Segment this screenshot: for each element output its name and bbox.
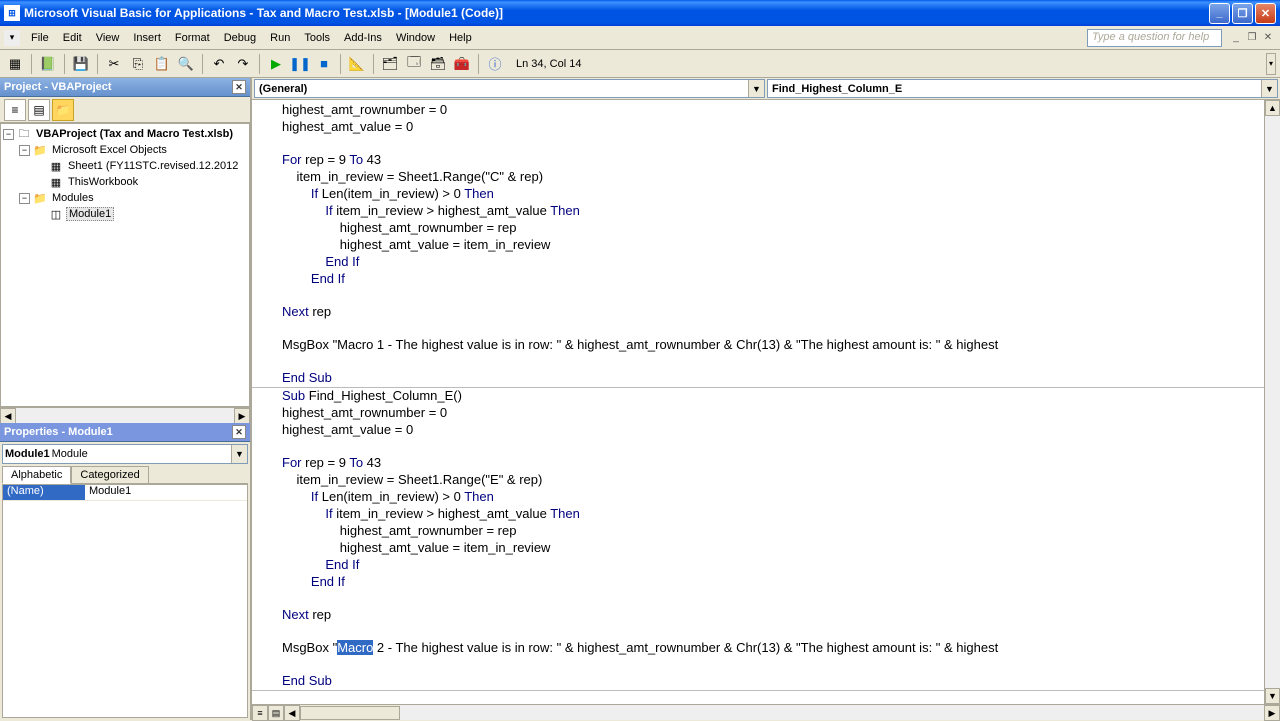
collapse-icon[interactable]: − bbox=[19, 145, 30, 156]
menu-debug[interactable]: Debug bbox=[217, 30, 263, 46]
collapse-icon[interactable]: − bbox=[19, 193, 30, 204]
object-combo-value: (General) bbox=[259, 83, 307, 95]
chevron-down-icon[interactable]: ▼ bbox=[748, 80, 764, 97]
scroll-left-icon[interactable]: ◀ bbox=[0, 408, 16, 424]
module-icon: ◫ bbox=[48, 207, 64, 221]
folder-icon: 📁 bbox=[32, 143, 48, 157]
properties-object-name: Module1 bbox=[3, 448, 52, 460]
chevron-down-icon[interactable]: ▼ bbox=[1261, 80, 1277, 97]
scroll-down-icon[interactable]: ▼ bbox=[1265, 688, 1280, 704]
scroll-left-icon[interactable]: ◀ bbox=[284, 705, 300, 721]
toolbar: ▦ 📗 💾 ✂ ⎘ 📋 🔍 ↶ ↷ ▶ ❚❚ ■ 📐 🗂 🗔 🗃 🧰 ⓘ Ln … bbox=[0, 50, 1280, 78]
object-browser-icon[interactable]: 🗃 bbox=[427, 53, 449, 75]
selected-text: Macro bbox=[337, 640, 373, 655]
scroll-thumb[interactable] bbox=[300, 706, 400, 720]
help-icon[interactable]: ⓘ bbox=[484, 53, 506, 75]
break-icon[interactable]: ❚❚ bbox=[289, 53, 311, 75]
titlebar[interactable]: ⊞ Microsoft Visual Basic for Application… bbox=[0, 0, 1280, 26]
run-icon[interactable]: ▶ bbox=[265, 53, 287, 75]
code-hscroll[interactable]: ≡ ▤ ◀ ▶ bbox=[252, 704, 1280, 720]
menu-format[interactable]: Format bbox=[168, 30, 217, 46]
menu-addins[interactable]: Add-Ins bbox=[337, 30, 389, 46]
prop-name-key: (Name) bbox=[3, 485, 85, 500]
scroll-right-icon[interactable]: ▶ bbox=[1264, 705, 1280, 721]
insert-module-icon[interactable]: 📗 bbox=[37, 53, 59, 75]
scroll-up-icon[interactable]: ▲ bbox=[1265, 100, 1280, 116]
menubar: ▾ File Edit View Insert Format Debug Run… bbox=[0, 26, 1280, 50]
redo-icon[interactable]: ↷ bbox=[232, 53, 254, 75]
properties-pane-title: Properties - Module1 ✕ bbox=[0, 423, 250, 442]
properties-object-combo[interactable]: Module1 Module ▼ bbox=[2, 444, 248, 464]
tree-sheet1[interactable]: Sheet1 (FY11STC.revised.12.2012 bbox=[66, 160, 240, 172]
project-pane-close-button[interactable]: ✕ bbox=[232, 80, 246, 94]
tree-excel-objects[interactable]: Microsoft Excel Objects bbox=[50, 144, 169, 156]
help-search-input[interactable]: Type a question for help bbox=[1087, 29, 1222, 47]
procedure-combo-value: Find_Highest_Column_E bbox=[772, 83, 902, 95]
project-explorer-icon[interactable]: 🗂 bbox=[379, 53, 401, 75]
project-hscroll[interactable]: ◀▶ bbox=[0, 407, 250, 423]
mdi-icon[interactable]: ▾ bbox=[4, 30, 20, 46]
procedure-view-icon[interactable]: ≡ bbox=[252, 705, 268, 721]
workbook-icon: ▦ bbox=[48, 175, 64, 189]
project-root[interactable]: VBAProject (Tax and Macro Test.xlsb) bbox=[34, 128, 235, 140]
menu-file[interactable]: File bbox=[24, 30, 56, 46]
paste-icon[interactable]: 📋 bbox=[151, 53, 173, 75]
toggle-folders-icon[interactable]: 📁 bbox=[52, 99, 74, 121]
menu-insert[interactable]: Insert bbox=[126, 30, 168, 46]
menu-run[interactable]: Run bbox=[263, 30, 297, 46]
undo-icon[interactable]: ↶ bbox=[208, 53, 230, 75]
tab-alphabetic[interactable]: Alphabetic bbox=[2, 466, 71, 484]
full-module-view-icon[interactable]: ▤ bbox=[268, 705, 284, 721]
properties-grid[interactable]: (Name)Module1 bbox=[2, 484, 248, 718]
window-title: Microsoft Visual Basic for Applications … bbox=[24, 6, 1209, 20]
vb-app-icon: ⊞ bbox=[4, 5, 20, 21]
project-icon: 🗀 bbox=[16, 127, 32, 141]
properties-object-type: Module bbox=[52, 448, 88, 460]
code-vscroll[interactable]: ▲▼ bbox=[1264, 100, 1280, 704]
mdi-restore-button[interactable]: ❐ bbox=[1244, 30, 1260, 46]
maximize-button[interactable]: ❐ bbox=[1232, 3, 1253, 24]
menu-tools[interactable]: Tools bbox=[297, 30, 337, 46]
properties-icon[interactable]: 🗔 bbox=[403, 53, 425, 75]
object-combo[interactable]: (General) ▼ bbox=[254, 79, 765, 98]
properties-pane-close-button[interactable]: ✕ bbox=[232, 425, 246, 439]
folder-icon: 📁 bbox=[32, 191, 48, 205]
menu-edit[interactable]: Edit bbox=[56, 30, 89, 46]
properties-pane-title-text: Properties - Module1 bbox=[4, 426, 113, 438]
project-pane-title: Project - VBAProject ✕ bbox=[0, 78, 250, 97]
close-button[interactable]: ✕ bbox=[1255, 3, 1276, 24]
project-tree[interactable]: −🗀VBAProject (Tax and Macro Test.xlsb) −… bbox=[0, 123, 250, 407]
menu-help[interactable]: Help bbox=[442, 30, 479, 46]
menu-window[interactable]: Window bbox=[389, 30, 442, 46]
tab-categorized[interactable]: Categorized bbox=[71, 466, 148, 484]
code-editor[interactable]: highest_amt_rownumber = 0 highest_amt_va… bbox=[252, 100, 1280, 704]
mdi-minimize-button[interactable]: _ bbox=[1228, 30, 1244, 46]
prop-name-value[interactable]: Module1 bbox=[85, 485, 247, 500]
minimize-button[interactable]: _ bbox=[1209, 3, 1230, 24]
scroll-right-icon[interactable]: ▶ bbox=[234, 408, 250, 424]
copy-icon[interactable]: ⎘ bbox=[127, 53, 149, 75]
chevron-down-icon[interactable]: ▼ bbox=[231, 445, 247, 463]
mdi-close-button[interactable]: ✕ bbox=[1260, 30, 1276, 46]
tree-thisworkbook[interactable]: ThisWorkbook bbox=[66, 176, 140, 188]
toolbox-icon[interactable]: 🧰 bbox=[451, 53, 473, 75]
reset-icon[interactable]: ■ bbox=[313, 53, 335, 75]
view-object-icon[interactable]: ▤ bbox=[28, 99, 50, 121]
tree-module1[interactable]: Module1 bbox=[66, 207, 114, 221]
save-icon[interactable]: 💾 bbox=[70, 53, 92, 75]
design-mode-icon[interactable]: 📐 bbox=[346, 53, 368, 75]
find-icon[interactable]: 🔍 bbox=[175, 53, 197, 75]
cut-icon[interactable]: ✂ bbox=[103, 53, 125, 75]
view-excel-icon[interactable]: ▦ bbox=[4, 53, 26, 75]
menu-view[interactable]: View bbox=[89, 30, 127, 46]
toolbar-overflow-icon[interactable]: ▾ bbox=[1266, 53, 1276, 75]
cursor-position-label: Ln 34, Col 14 bbox=[516, 58, 581, 70]
project-pane-title-text: Project - VBAProject bbox=[4, 81, 112, 93]
view-code-icon[interactable]: ≡ bbox=[4, 99, 26, 121]
sheet-icon: ▦ bbox=[48, 159, 64, 173]
procedure-combo[interactable]: Find_Highest_Column_E ▼ bbox=[767, 79, 1278, 98]
collapse-icon[interactable]: − bbox=[3, 129, 14, 140]
tree-modules[interactable]: Modules bbox=[50, 192, 96, 204]
